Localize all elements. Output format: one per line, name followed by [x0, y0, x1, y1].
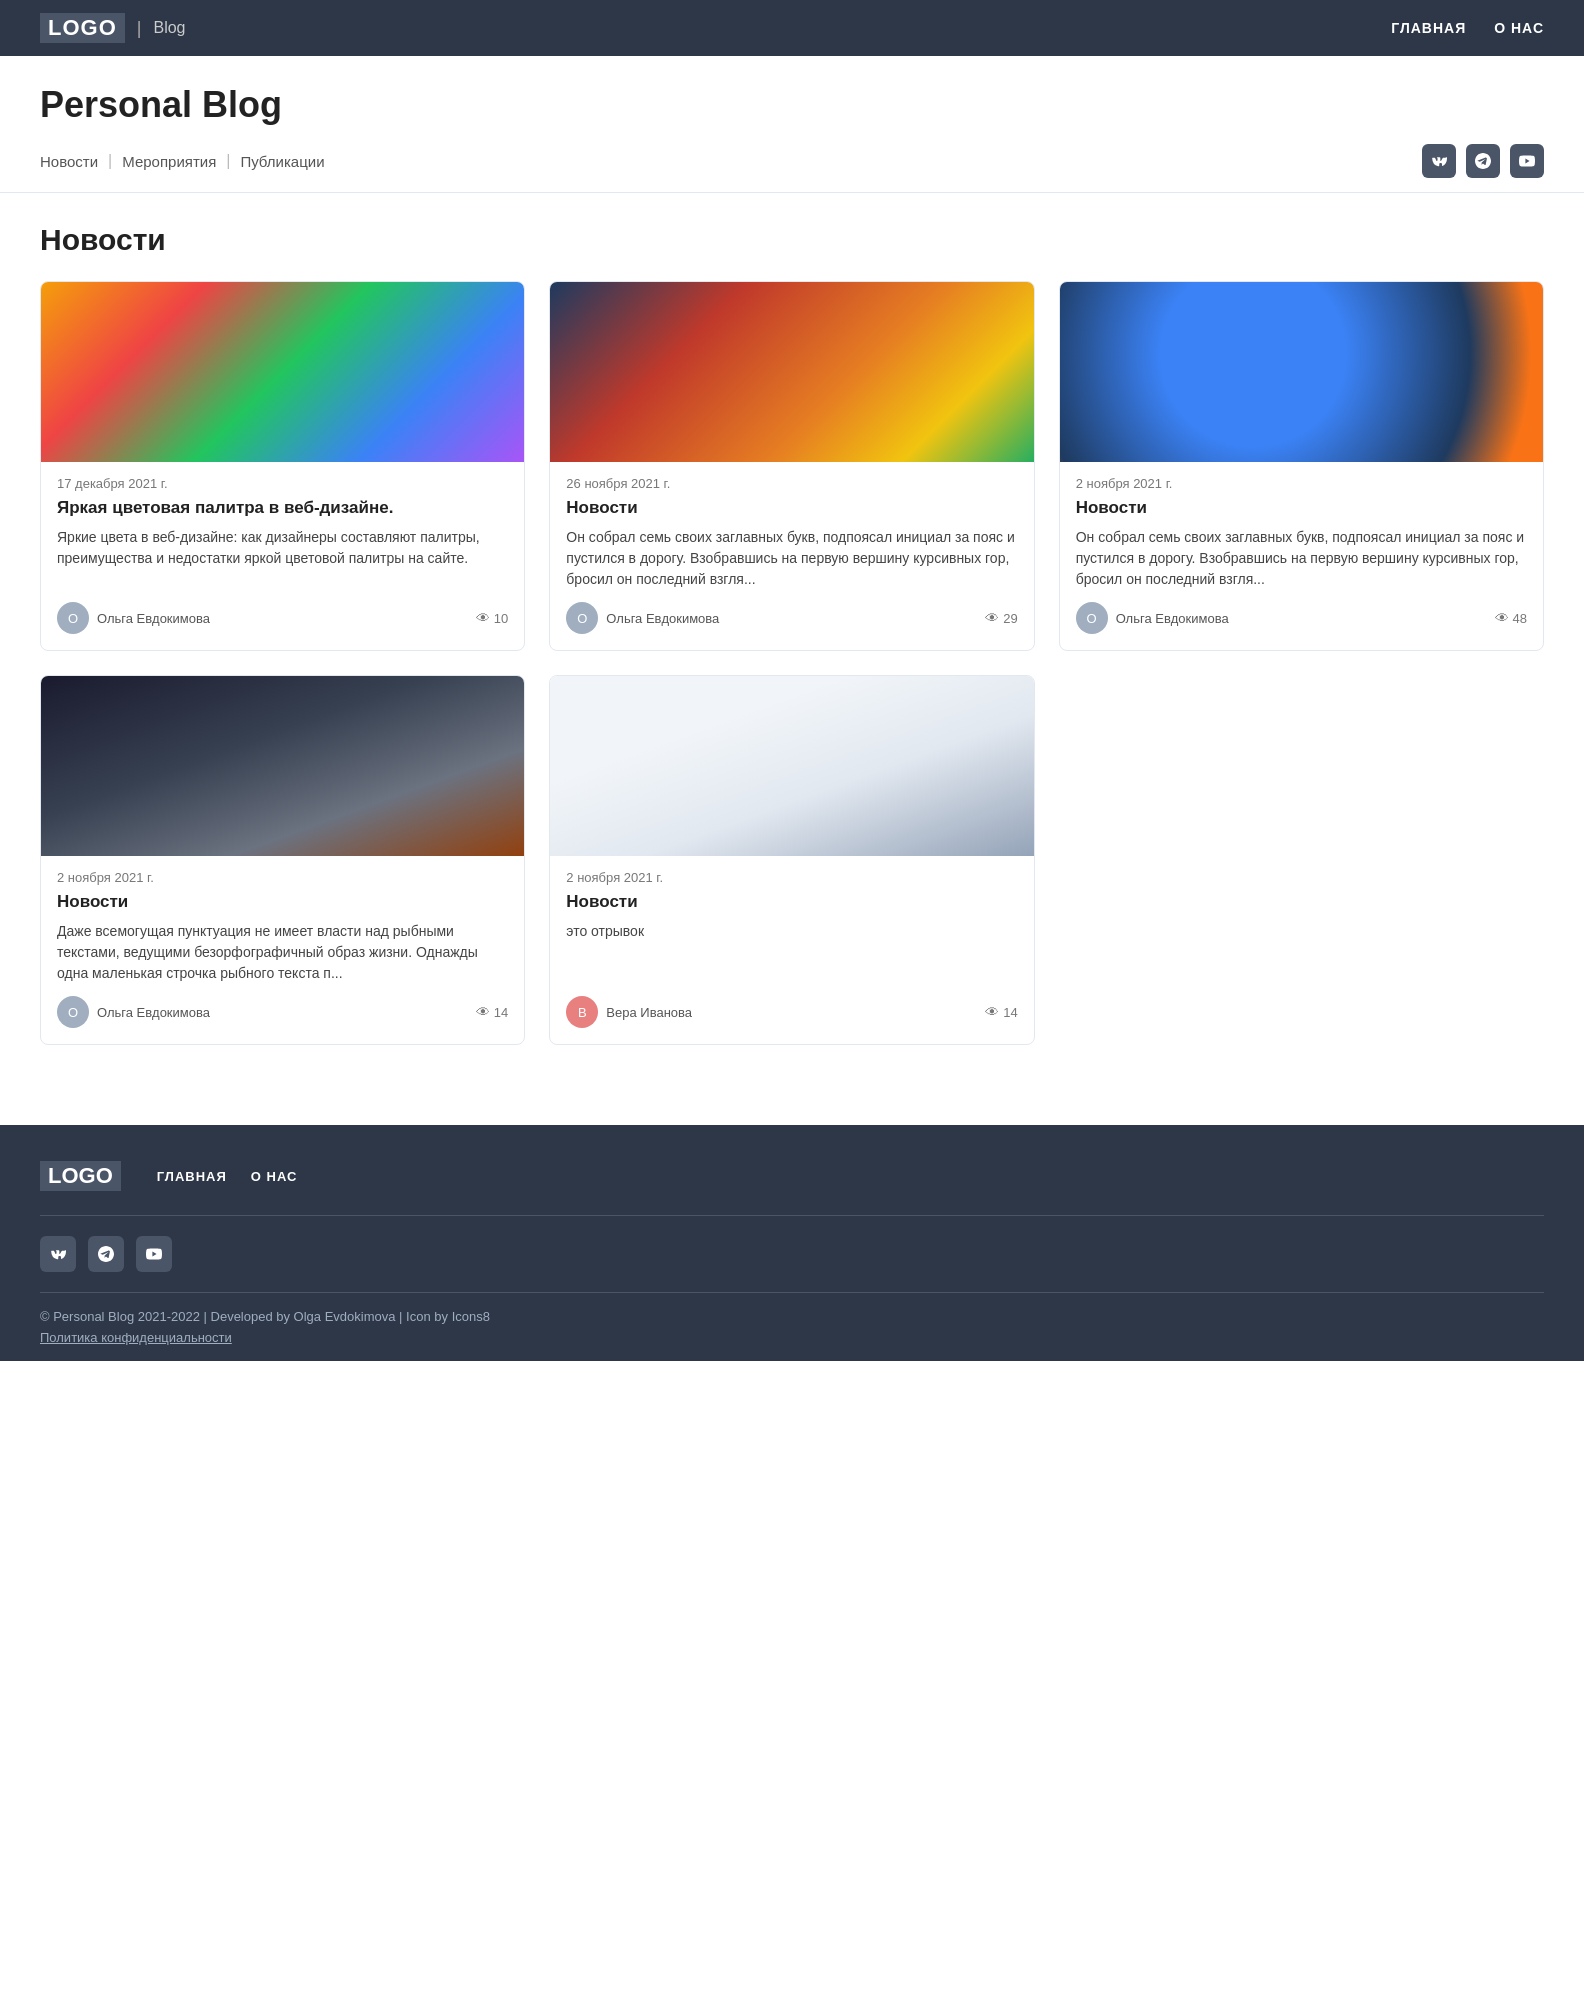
cards-grid-row1: 17 декабря 2021 г. Яркая цветовая палитр…: [40, 281, 1544, 651]
card-1-image: [41, 282, 524, 462]
sub-nav-links: Новости | Мероприятия | Публикации: [40, 152, 325, 170]
card-1-view-count: 10: [494, 611, 508, 626]
card-4-title: Новости: [57, 891, 508, 913]
card-2-author: Ольга Евдокимова: [606, 611, 977, 626]
card-3-date: 2 ноября 2021 г.: [1076, 476, 1527, 491]
vk-icon[interactable]: [1422, 144, 1456, 178]
card-5-avatar: В: [566, 996, 598, 1028]
footer-nav-about[interactable]: О НАС: [251, 1169, 298, 1184]
card-3-title: Новости: [1076, 497, 1527, 519]
footer-nav-home[interactable]: ГЛАВНАЯ: [157, 1169, 227, 1184]
card-3-author: Ольга Евдокимова: [1116, 611, 1487, 626]
card-5-author: Вера Иванова: [606, 1005, 977, 1020]
card-1-views: 👁 10: [476, 610, 508, 626]
card-3-excerpt: Он собрал семь своих заглавных букв, под…: [1076, 527, 1527, 590]
card-4-avatar: О: [57, 996, 89, 1028]
card-2-footer: О Ольга Евдокимова 👁 29: [566, 602, 1017, 634]
footer-telegram-icon[interactable]: [88, 1236, 124, 1272]
eye-icon-4: 👁: [476, 1004, 490, 1020]
header-left: LOGO | Blog: [40, 13, 186, 43]
card-3-body: 2 ноября 2021 г. Новости Он собрал семь …: [1060, 462, 1543, 650]
card-5-image: [550, 676, 1033, 856]
card-2-date: 26 ноября 2021 г.: [566, 476, 1017, 491]
section-title: Новости: [40, 223, 1544, 257]
footer-privacy[interactable]: Политика конфиденциальности: [40, 1330, 1544, 1345]
card-1-footer: О Ольга Евдокимова 👁 10: [57, 602, 508, 634]
card-5-footer: В Вера Иванова 👁 14: [566, 996, 1017, 1028]
card-4-date: 2 ноября 2021 г.: [57, 870, 508, 885]
card-5-views: 👁 14: [985, 1004, 1017, 1020]
footer-bottom: © Personal Blog 2021-2022 | Developed by…: [40, 1292, 1544, 1361]
card-2-view-count: 29: [1003, 611, 1017, 626]
card-4-excerpt: Даже всемогущая пунктуация не имеет влас…: [57, 921, 508, 984]
sep1: |: [108, 152, 112, 170]
card-4-footer: О Ольга Евдокимова 👁 14: [57, 996, 508, 1028]
footer-copy: © Personal Blog 2021-2022 | Developed by…: [40, 1309, 1544, 1324]
sub-nav-news[interactable]: Новости: [40, 153, 98, 170]
card-2-body: 26 ноября 2021 г. Новости Он собрал семь…: [550, 462, 1033, 650]
card-4[interactable]: 2 ноября 2021 г. Новости Даже всемогущая…: [40, 675, 525, 1045]
card-4-body: 2 ноября 2021 г. Новости Даже всемогущая…: [41, 856, 524, 1044]
card-3-footer: О Ольга Евдокимова 👁 48: [1076, 602, 1527, 634]
youtube-icon[interactable]: [1510, 144, 1544, 178]
footer-youtube-icon[interactable]: [136, 1236, 172, 1272]
footer-top: LOGO ГЛАВНАЯ О НАС: [40, 1161, 1544, 1215]
site-footer: LOGO ГЛАВНАЯ О НАС © Personal Blog 2021-…: [0, 1125, 1584, 1361]
header-nav: ГЛАВНАЯ О НАС: [1391, 20, 1544, 36]
nav-about-link[interactable]: О НАС: [1494, 20, 1544, 36]
card-5-title: Новости: [566, 891, 1017, 913]
site-header: LOGO | Blog ГЛАВНАЯ О НАС: [0, 0, 1584, 56]
sep2: |: [226, 152, 230, 170]
main-content: Новости 17 декабря 2021 г. Яркая цветова…: [0, 193, 1584, 1085]
card-1-body: 17 декабря 2021 г. Яркая цветовая палитр…: [41, 462, 524, 650]
card-3[interactable]: 2 ноября 2021 г. Новости Он собрал семь …: [1059, 281, 1544, 651]
card-5-body: 2 ноября 2021 г. Новости это отрывок В В…: [550, 856, 1033, 1044]
card-1[interactable]: 17 декабря 2021 г. Яркая цветовая палитр…: [40, 281, 525, 651]
eye-icon: 👁: [476, 610, 490, 626]
card-1-date: 17 декабря 2021 г.: [57, 476, 508, 491]
card-1-excerpt: Яркие цвета в веб-дизайне: как дизайнеры…: [57, 527, 508, 590]
card-5[interactable]: 2 ноября 2021 г. Новости это отрывок В В…: [549, 675, 1034, 1045]
card-4-view-count: 14: [494, 1005, 508, 1020]
card-4-views: 👁 14: [476, 1004, 508, 1020]
card-2-views: 👁 29: [985, 610, 1017, 626]
eye-icon-5: 👁: [985, 1004, 999, 1020]
header-divider: |: [137, 18, 142, 39]
card-5-excerpt: это отрывок: [566, 921, 1017, 984]
eye-icon-2: 👁: [985, 610, 999, 626]
card-2-title: Новости: [566, 497, 1017, 519]
card-4-image: [41, 676, 524, 856]
card-4-author: Ольга Евдокимова: [97, 1005, 468, 1020]
nav-home-link[interactable]: ГЛАВНАЯ: [1391, 20, 1466, 36]
card-2-avatar: О: [566, 602, 598, 634]
sub-nav: Новости | Мероприятия | Публикации: [40, 144, 1544, 192]
card-5-view-count: 14: [1003, 1005, 1017, 1020]
cards-grid-row2: 2 ноября 2021 г. Новости Даже всемогущая…: [40, 675, 1544, 1045]
empty-cell: [1059, 675, 1544, 1045]
eye-icon-3: 👁: [1495, 610, 1509, 626]
footer-vk-icon[interactable]: [40, 1236, 76, 1272]
footer-social: [40, 1216, 1544, 1292]
card-2-image: [550, 282, 1033, 462]
telegram-icon[interactable]: [1466, 144, 1500, 178]
header-blog-label: Blog: [153, 19, 185, 37]
card-3-views: 👁 48: [1495, 610, 1527, 626]
card-5-date: 2 ноября 2021 г.: [566, 870, 1017, 885]
card-3-avatar: О: [1076, 602, 1108, 634]
page-title-area: Personal Blog Новости | Мероприятия | Пу…: [0, 56, 1584, 193]
footer-nav: ГЛАВНАЯ О НАС: [157, 1169, 298, 1184]
card-3-view-count: 48: [1513, 611, 1527, 626]
card-1-avatar: О: [57, 602, 89, 634]
card-2-excerpt: Он собрал семь своих заглавных букв, под…: [566, 527, 1017, 590]
card-1-title: Яркая цветовая палитра в веб-дизайне.: [57, 497, 508, 519]
card-1-author: Ольга Евдокимова: [97, 611, 468, 626]
social-icons: [1422, 144, 1544, 178]
page-title: Personal Blog: [40, 84, 1544, 126]
card-2[interactable]: 26 ноября 2021 г. Новости Он собрал семь…: [549, 281, 1034, 651]
footer-logo[interactable]: LOGO: [40, 1161, 121, 1191]
card-3-image: [1060, 282, 1543, 462]
header-logo[interactable]: LOGO: [40, 13, 125, 43]
sub-nav-events[interactable]: Мероприятия: [122, 153, 216, 170]
sub-nav-publications[interactable]: Публикации: [240, 153, 324, 170]
